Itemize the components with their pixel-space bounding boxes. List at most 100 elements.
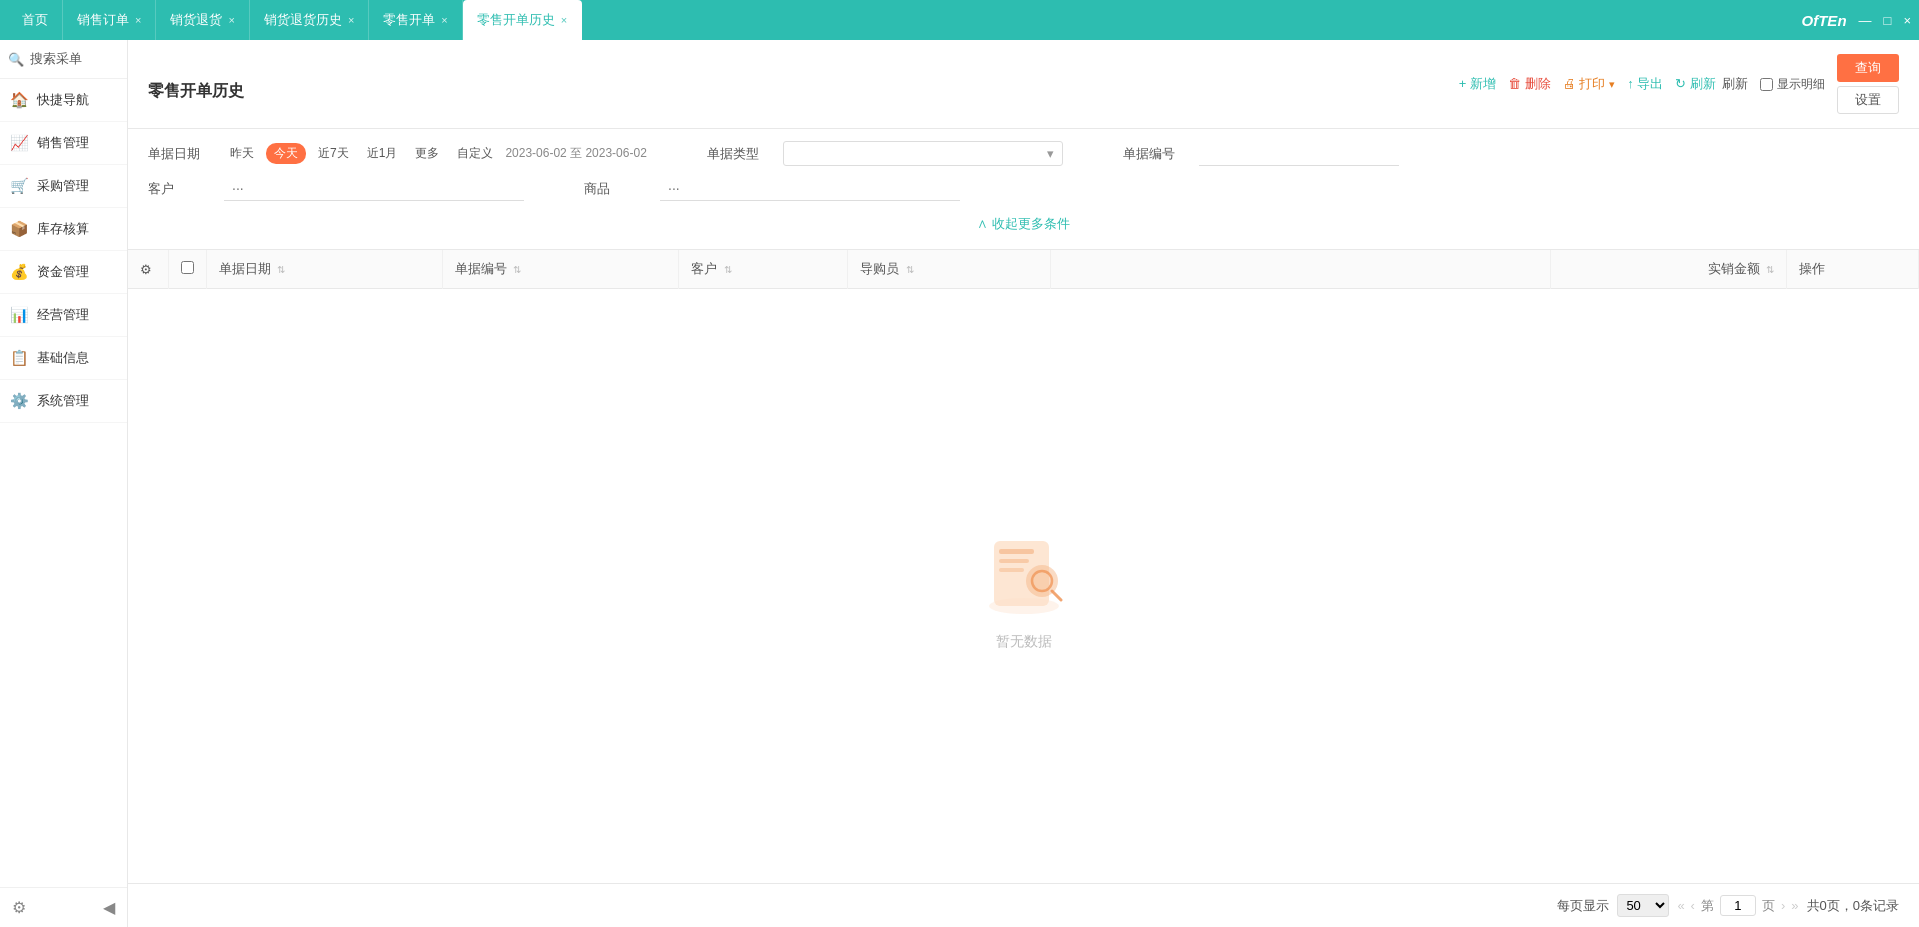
add-button-label: + 新增 (1459, 75, 1496, 93)
sidebar-item-quick-nav-label: 快捷导航 (37, 91, 89, 109)
sidebar-item-purchase-mgmt[interactable]: 🛒 采购管理 (0, 165, 127, 208)
product-label: 商品 (584, 180, 640, 198)
chart-icon: 📈 (10, 134, 29, 152)
sidebar-item-sales-mgmt[interactable]: 📈 销售管理 (0, 122, 127, 165)
print-button[interactable]: 🖨 打印 ▾ (1563, 75, 1616, 93)
date-btn-more[interactable]: 更多 (409, 143, 445, 164)
collapse-more-btn[interactable]: ∧ 收起更多条件 (148, 211, 1899, 237)
query-button[interactable]: 查询 (1837, 54, 1899, 82)
tab-sales-order-close[interactable]: × (135, 14, 141, 26)
per-page-label: 每页显示 (1557, 897, 1609, 915)
date-btn-today[interactable]: 今天 (266, 143, 306, 164)
sidebar-item-inventory[interactable]: 📦 库存核算 (0, 208, 127, 251)
next-page-btn[interactable]: › (1781, 898, 1785, 913)
col-date[interactable]: 单据日期 ⇅ (206, 250, 442, 289)
brand-text: OfTEn (1802, 12, 1847, 29)
show-detail-checkbox[interactable] (1760, 78, 1773, 91)
toolbar: + 新增 🗑 删除 🖨 打印 ▾ ↑ 导出 ↻ 刷新 刷新 (1459, 54, 1899, 128)
sidebar-item-finance[interactable]: 💰 资金管理 (0, 251, 127, 294)
sort-salesperson-icon: ⇅ (906, 264, 914, 275)
col-no[interactable]: 单据编号 ⇅ (442, 250, 678, 289)
tab-sales-return-history-close[interactable]: × (348, 14, 354, 26)
chevron-down-icon: ▾ (1047, 146, 1054, 161)
first-page-btn[interactable]: « (1677, 898, 1684, 913)
sidebar-item-operations-label: 经营管理 (37, 306, 89, 324)
setting-button[interactable]: 设置 (1837, 86, 1899, 114)
sidebar-item-operations[interactable]: 📊 经营管理 (0, 294, 127, 337)
col-date-label: 单据日期 (219, 261, 271, 276)
data-table: ⚙ 单据日期 ⇅ 单据编号 ⇅ (128, 250, 1919, 289)
select-all-checkbox[interactable] (181, 261, 194, 274)
tab-retail-open-history[interactable]: 零售开单历史 × (463, 0, 582, 40)
col-customer[interactable]: 客户 ⇅ (679, 250, 848, 289)
sidebar-bottom: ⚙ ◀ (0, 887, 127, 927)
page-label: 第 (1701, 897, 1714, 915)
svg-rect-4 (999, 568, 1024, 572)
show-detail-label: 显示明细 (1777, 76, 1825, 93)
date-btn-custom[interactable]: 自定义 (451, 143, 499, 164)
order-type-label: 单据类型 (707, 145, 763, 163)
sidebar-item-basic-info-label: 基础信息 (37, 349, 89, 367)
sidebar-search-label: 搜索采单 (30, 50, 82, 68)
close-window-button[interactable]: × (1903, 13, 1911, 28)
tab-sales-order[interactable]: 销售订单 × (63, 0, 156, 40)
sidebar-search[interactable]: 🔍 搜索采单 (0, 40, 127, 79)
maximize-button[interactable]: □ (1884, 13, 1892, 28)
per-page-select[interactable]: 50 10 20 100 (1617, 894, 1669, 917)
empty-state: 暂无数据 (128, 289, 1919, 883)
sort-customer-icon: ⇅ (724, 264, 732, 275)
sidebar-item-sales-mgmt-label: 销售管理 (37, 134, 89, 152)
col-gear[interactable]: ⚙ (128, 250, 168, 289)
sidebar-item-system[interactable]: ⚙️ 系统管理 (0, 380, 127, 423)
order-no-input[interactable] (1199, 141, 1399, 166)
last-page-btn[interactable]: » (1791, 898, 1798, 913)
date-btn-yesterday[interactable]: 昨天 (224, 143, 260, 164)
filter-area: 单据日期 昨天 今天 近7天 近1月 更多 自定义 2023-06-02 至 2… (128, 129, 1919, 250)
tab-retail-open-close[interactable]: × (441, 14, 447, 26)
refresh-button-label: ↻ 刷新 (1675, 75, 1716, 93)
sidebar-item-inventory-label: 库存核算 (37, 220, 89, 238)
refresh-button[interactable]: ↻ 刷新 刷新 (1675, 75, 1748, 93)
export-button[interactable]: ↑ 导出 (1627, 75, 1663, 93)
pagination: 每页显示 50 10 20 100 « ‹ 第 页 › » 共0页，0条记录 (128, 883, 1919, 927)
delete-button[interactable]: 🗑 删除 (1508, 75, 1551, 93)
tab-retail-open-history-close[interactable]: × (561, 14, 567, 26)
show-detail-checkbox-label[interactable]: 显示明细 (1760, 76, 1825, 93)
col-salesperson-label: 导购员 (860, 261, 899, 276)
page-header: 零售开单历史 + 新增 🗑 删除 🖨 打印 ▾ ↑ 导出 ↻ 刷新 刷新 (128, 40, 1919, 129)
order-type-select[interactable]: ▾ (783, 141, 1063, 166)
sidebar-item-quick-nav[interactable]: 🏠 快捷导航 (0, 79, 127, 122)
customer-input[interactable] (224, 176, 524, 201)
sidebar-item-finance-label: 资金管理 (37, 263, 89, 281)
sidebar-item-system-label: 系统管理 (37, 392, 89, 410)
sort-date-icon: ⇅ (277, 264, 285, 275)
tab-home[interactable]: 首页 (8, 0, 63, 40)
date-btn-7days[interactable]: 近7天 (312, 143, 355, 164)
gear2-icon: ⚙️ (10, 392, 29, 410)
tab-sales-return[interactable]: 销货退货 × (156, 0, 249, 40)
col-checkbox[interactable] (168, 250, 206, 289)
tab-sales-return-close[interactable]: × (228, 14, 234, 26)
minimize-button[interactable]: — (1859, 13, 1872, 28)
col-salesperson[interactable]: 导购员 ⇅ (848, 250, 1051, 289)
col-amount[interactable]: 实销金额 ⇅ (1551, 250, 1787, 289)
box-icon: 📦 (10, 220, 29, 238)
add-button[interactable]: + 新增 (1459, 75, 1496, 93)
sidebar-collapse-icon[interactable]: ◀ (103, 898, 115, 917)
toolbar-action-buttons: 查询 设置 (1837, 54, 1899, 114)
col-customer-label: 客户 (691, 261, 717, 276)
top-nav-right: OfTEn — □ × (1802, 12, 1911, 29)
date-btn-1month[interactable]: 近1月 (361, 143, 404, 164)
page-input[interactable] (1720, 895, 1756, 916)
tab-sales-return-history[interactable]: 销货退货历史 × (250, 0, 369, 40)
prev-page-btn[interactable]: ‹ (1691, 898, 1695, 913)
sidebar-gear-icon[interactable]: ⚙ (12, 898, 26, 917)
table-gear-icon[interactable]: ⚙ (140, 262, 152, 277)
product-input[interactable] (660, 176, 960, 201)
content-area: 零售开单历史 + 新增 🗑 删除 🖨 打印 ▾ ↑ 导出 ↻ 刷新 刷新 (128, 40, 1919, 927)
tab-retail-open[interactable]: 零售开单 × (369, 0, 462, 40)
col-action-label: 操作 (1799, 261, 1825, 276)
tab-sales-return-history-label: 销货退货历史 (264, 11, 342, 29)
svg-rect-3 (999, 559, 1029, 563)
sidebar-item-basic-info[interactable]: 📋 基础信息 (0, 337, 127, 380)
